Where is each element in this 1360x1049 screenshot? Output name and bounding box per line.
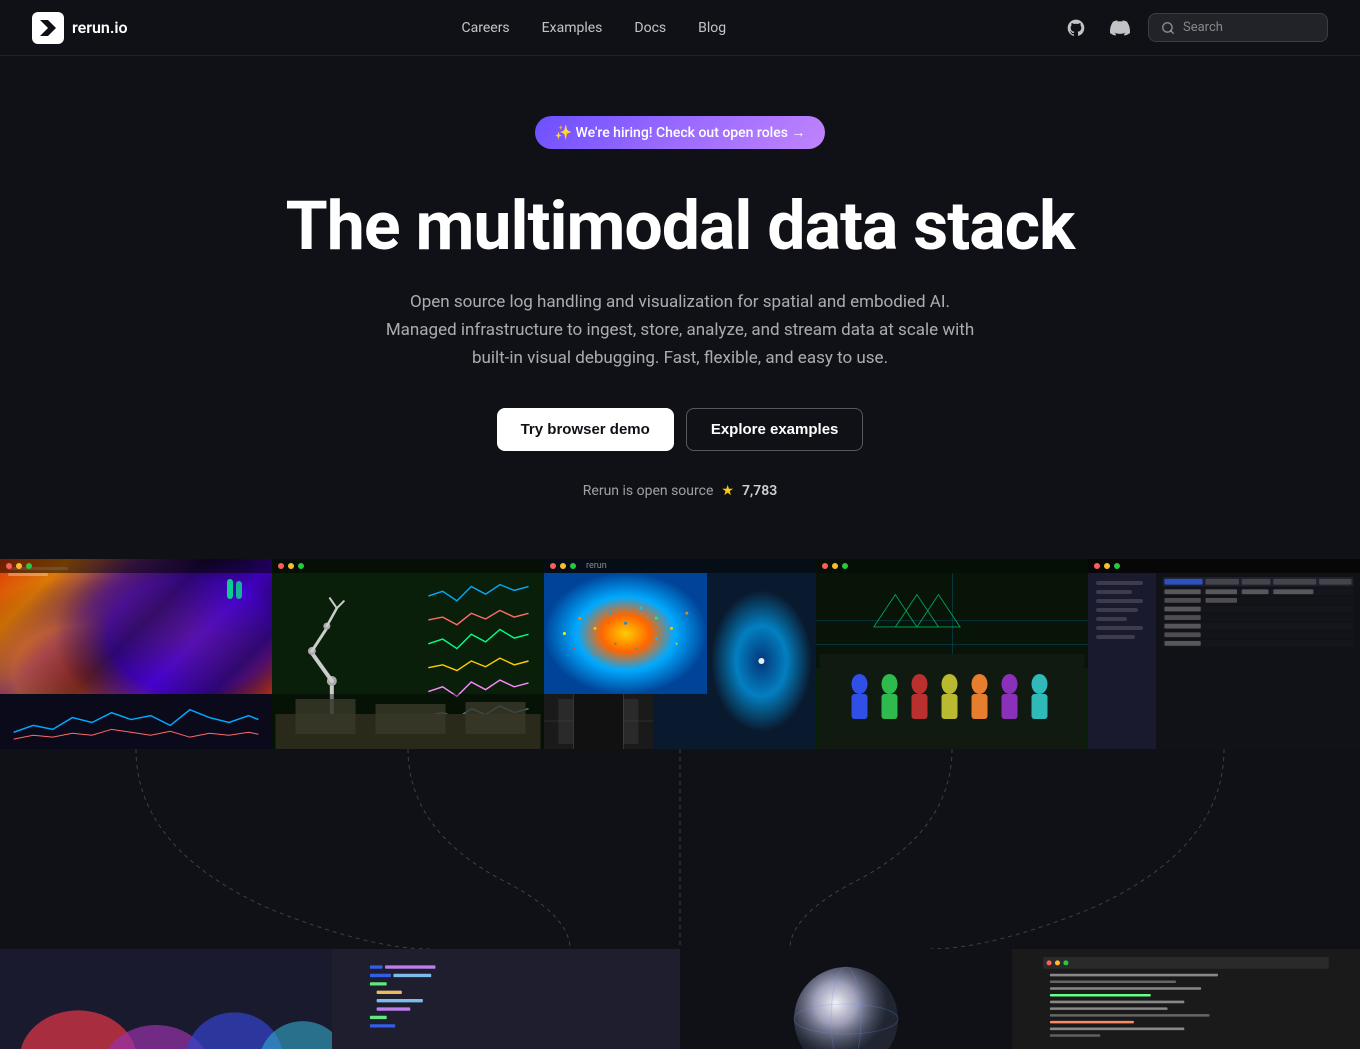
discord-icon bbox=[1110, 18, 1130, 38]
hero-subtitle-line3: built-in visual debugging. Fast, flexibl… bbox=[472, 348, 888, 368]
logo-text: rerun.io bbox=[72, 18, 128, 37]
bottom-preview-3d[interactable] bbox=[680, 949, 1012, 1049]
nav-center: Careers Examples Docs Blog bbox=[462, 20, 727, 36]
open-source-label: Rerun is open source bbox=[583, 483, 714, 499]
connector-lines bbox=[0, 749, 1360, 949]
connectors-section bbox=[0, 749, 1360, 949]
try-browser-demo-button[interactable]: Try browser demo bbox=[497, 408, 674, 451]
nav-link-careers[interactable]: Careers bbox=[462, 20, 510, 36]
nav-link-docs[interactable]: Docs bbox=[634, 20, 666, 36]
bottom-chart bbox=[8, 698, 264, 745]
person-tracking bbox=[816, 654, 1088, 749]
bottom-preview-code[interactable] bbox=[332, 949, 680, 1049]
hero-title: The multimodal data stack bbox=[286, 189, 1075, 264]
bottom-previews-row bbox=[0, 949, 1360, 1049]
screenshots-strip: rerun bbox=[0, 559, 1360, 749]
hallway-view bbox=[544, 694, 653, 749]
star-count: 7,783 bbox=[742, 483, 777, 499]
3d-object bbox=[776, 949, 916, 1049]
hiring-banner[interactable]: ✨ We're hiring! Check out open roles → bbox=[535, 116, 826, 149]
screenshot-3d-tracking[interactable] bbox=[816, 559, 1088, 749]
logo-link[interactable]: rerun.io bbox=[32, 12, 128, 44]
explore-examples-button[interactable]: Explore examples bbox=[686, 408, 864, 451]
data-rows bbox=[1160, 577, 1356, 745]
search-label: Search bbox=[1183, 20, 1223, 35]
hero-subtitle: Open source log handling and visualizati… bbox=[386, 288, 974, 372]
lidar-detail bbox=[707, 573, 816, 749]
terminal-output bbox=[1020, 957, 1352, 1041]
hero-subtitle-line1: Open source log handling and visualizati… bbox=[410, 292, 950, 312]
search-bar[interactable]: Search bbox=[1148, 13, 1328, 42]
discord-button[interactable] bbox=[1104, 12, 1136, 44]
screenshot-lidar[interactable]: rerun bbox=[544, 559, 816, 749]
logo-icon bbox=[32, 12, 64, 44]
github-icon bbox=[1066, 18, 1086, 38]
hero-subtitle-line2: Managed infrastructure to ingest, store,… bbox=[386, 320, 974, 340]
screenshot-robot[interactable] bbox=[272, 559, 544, 749]
github-button[interactable] bbox=[1060, 12, 1092, 44]
search-icon bbox=[1161, 21, 1175, 35]
nav-link-examples[interactable]: Examples bbox=[542, 20, 603, 36]
lidar-visualization bbox=[544, 573, 707, 694]
hero-section: ✨ We're hiring! Check out open roles → T… bbox=[0, 56, 1360, 539]
hero-buttons: Try browser demo Explore examples bbox=[497, 408, 864, 451]
nav-link-blog[interactable]: Blog bbox=[698, 20, 726, 36]
bottom-preview-terminal[interactable] bbox=[1012, 949, 1360, 1049]
screenshot-data-table[interactable] bbox=[1088, 559, 1360, 749]
open-source-badge: Rerun is open source ★ 7,783 bbox=[583, 483, 777, 499]
screenshot-thermal[interactable] bbox=[0, 559, 272, 749]
bottom-preview-blobs[interactable] bbox=[0, 949, 332, 1049]
nav-right: Search bbox=[1060, 12, 1328, 44]
star-icon: ★ bbox=[721, 483, 734, 499]
blob-visualization bbox=[0, 949, 332, 1049]
code-editor bbox=[340, 957, 672, 1041]
room-view bbox=[272, 694, 544, 749]
navbar: rerun.io Careers Examples Docs Blog Sear… bbox=[0, 0, 1360, 56]
